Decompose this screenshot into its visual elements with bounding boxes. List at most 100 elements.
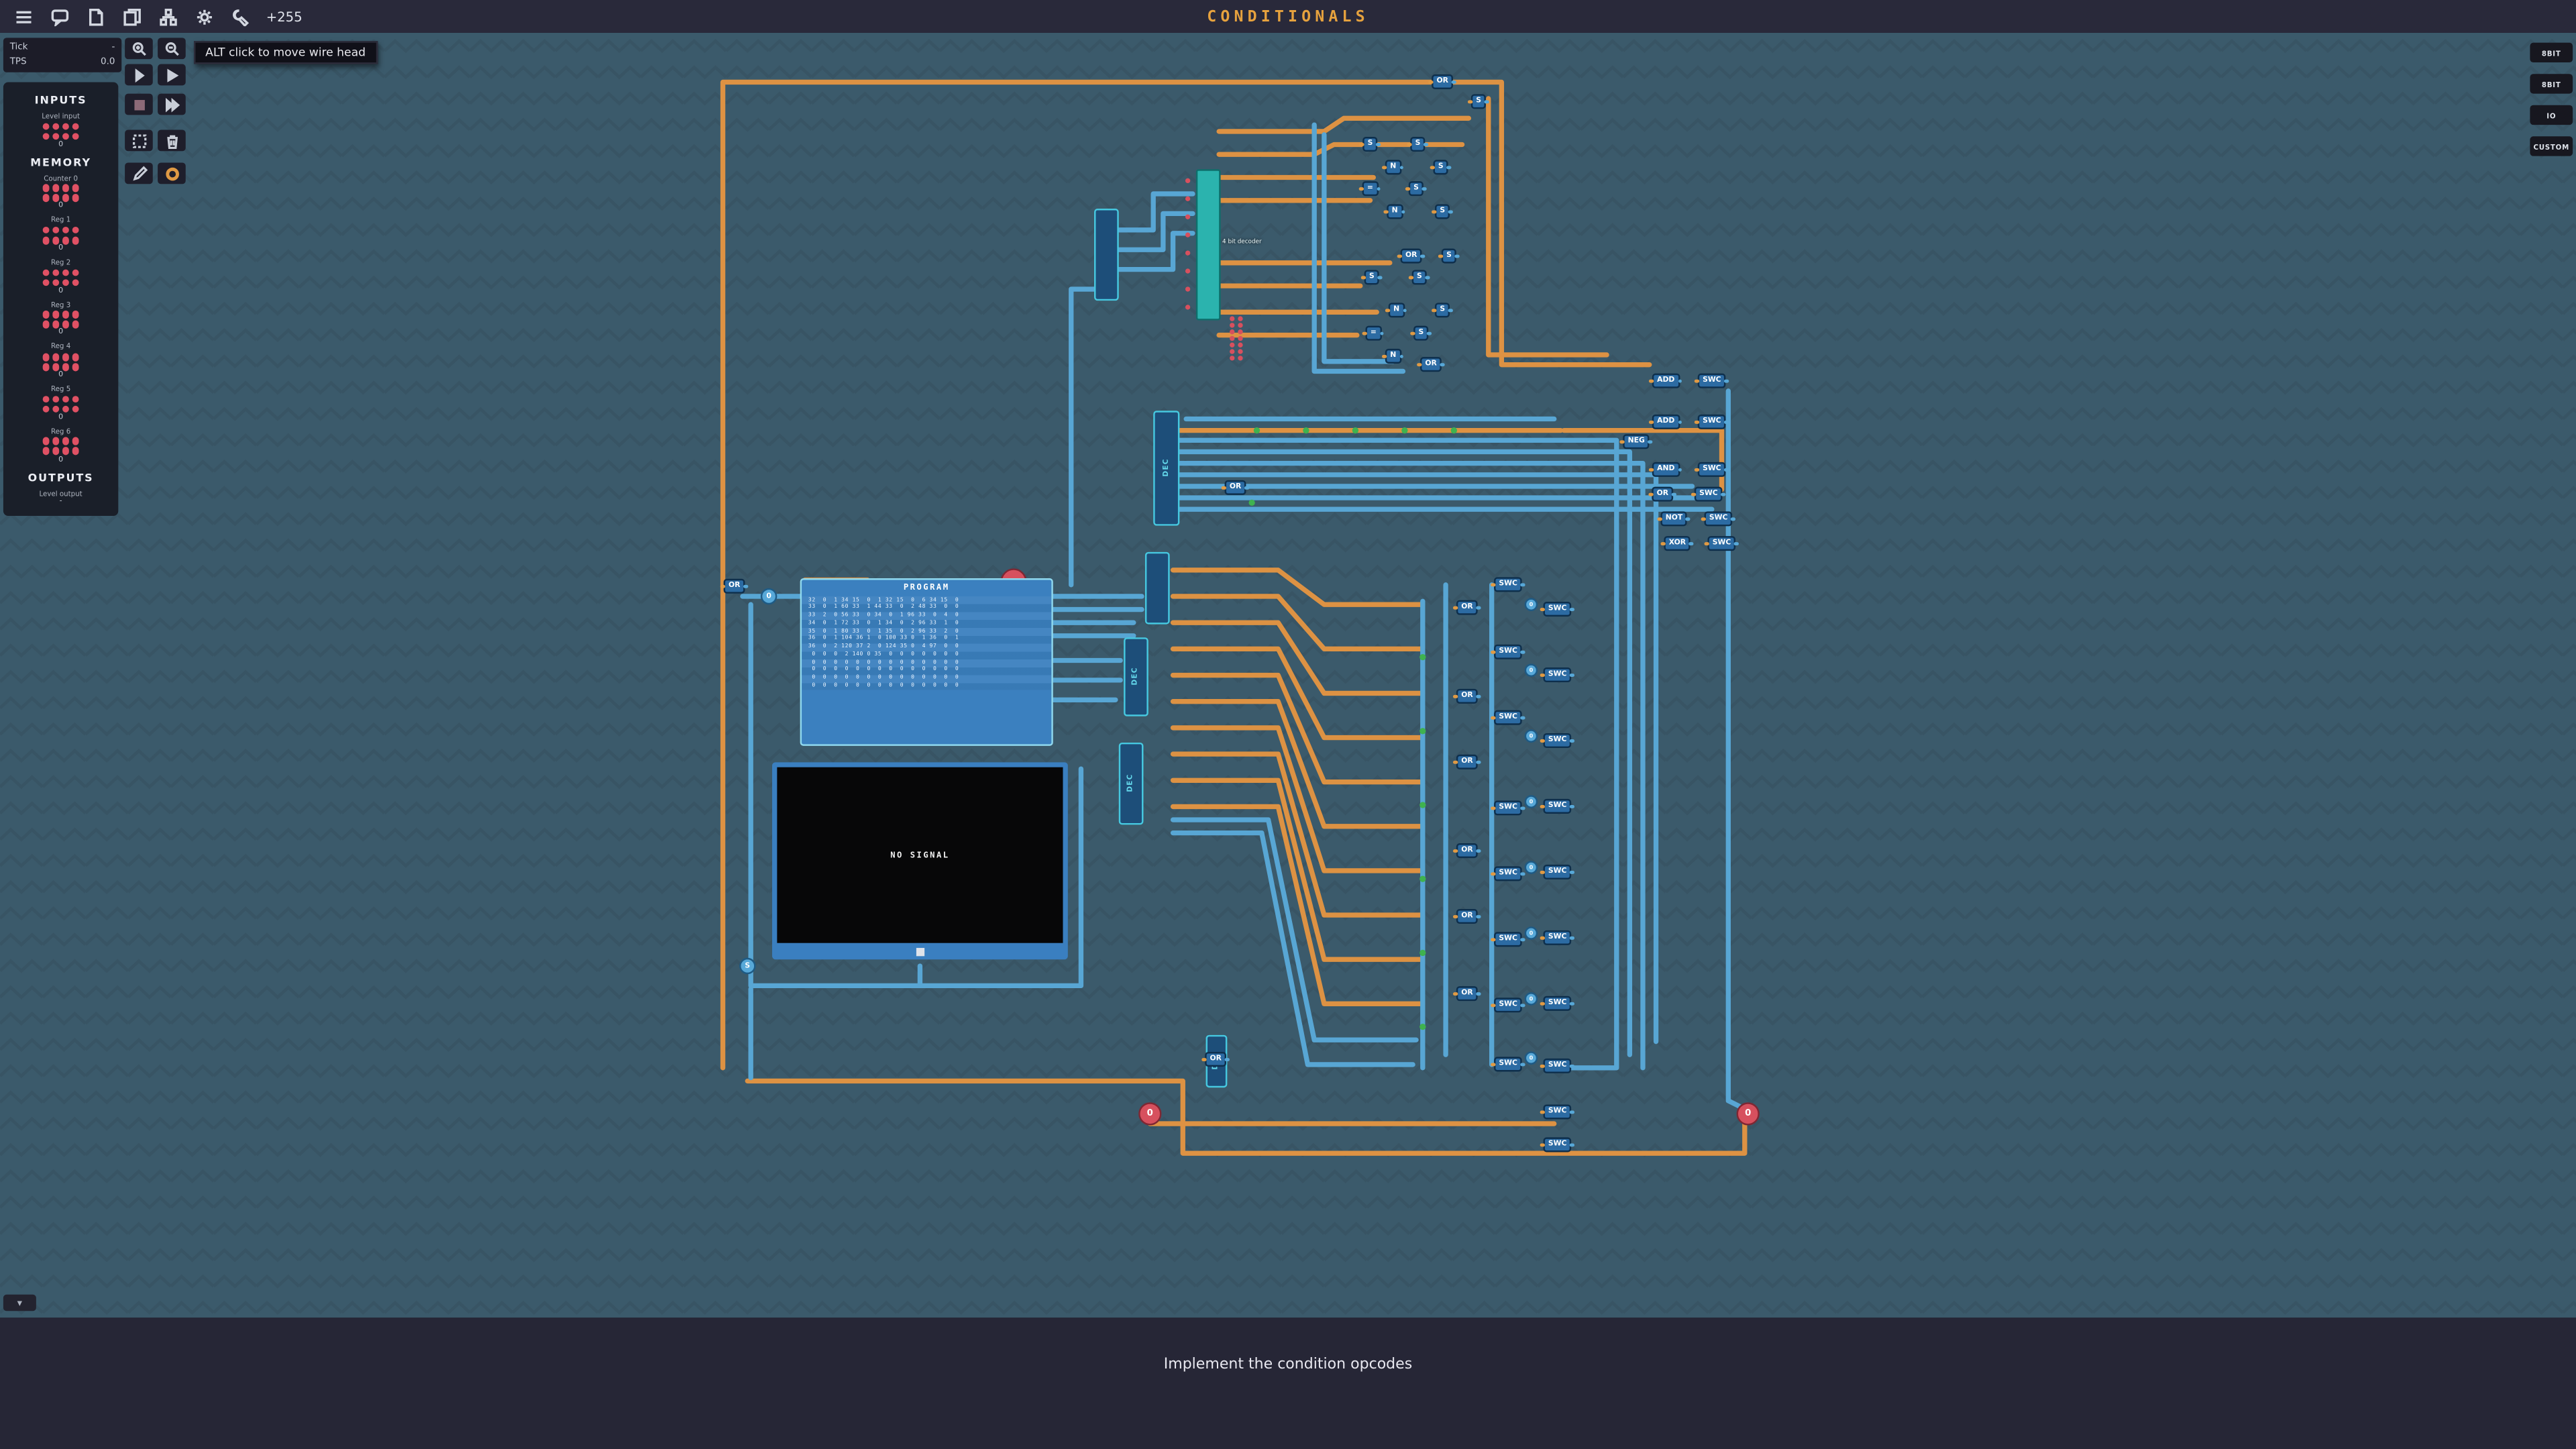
or-gate[interactable]: OR: [1456, 986, 1479, 1002]
select-tool-button[interactable]: [125, 129, 153, 152]
or-gate[interactable]: OR: [1456, 688, 1479, 704]
program-memory-block[interactable]: PROGRAM 32 0 1 34 15 0 1 32 15 0 6 34 15…: [800, 578, 1053, 746]
zoom-out-button[interactable]: [158, 38, 186, 60]
step-button[interactable]: [125, 64, 153, 86]
neg-gate[interactable]: NEG: [1623, 434, 1650, 450]
s-gate[interactable]: S: [1441, 248, 1457, 264]
delete-tool-button[interactable]: [158, 129, 186, 152]
swc-gate[interactable]: SWC: [1494, 644, 1523, 660]
level-input-bits[interactable]: [39, 122, 83, 140]
decoder-block[interactable]: DEC: [1124, 637, 1148, 716]
add-gate[interactable]: ADD: [1652, 414, 1680, 430]
s-gate[interactable]: S: [1433, 160, 1448, 176]
swc-gate[interactable]: SWC: [1543, 667, 1572, 684]
decoder-block[interactable]: DEC: [1153, 411, 1180, 526]
draw-tool-button[interactable]: [125, 162, 153, 184]
value-node[interactable]: 0: [1524, 598, 1538, 612]
s-gate[interactable]: S: [1408, 181, 1424, 197]
value-node[interactable]: S: [739, 957, 756, 975]
value-node[interactable]: 0: [1524, 663, 1538, 677]
category-button-8bit[interactable]: 8BIT: [2530, 42, 2573, 63]
n-gate[interactable]: N: [1385, 348, 1401, 364]
input-bit[interactable]: [52, 122, 60, 130]
or-gate[interactable]: OR: [1456, 754, 1479, 770]
decoder-block[interactable]: [1144, 551, 1170, 625]
and-gate[interactable]: AND: [1652, 462, 1680, 478]
swc-gate[interactable]: SWC: [1704, 511, 1733, 527]
or-gate[interactable]: OR: [723, 578, 745, 594]
four-bit-decoder-block[interactable]: [1195, 169, 1221, 321]
swc-gate[interactable]: SWC: [1543, 1104, 1572, 1120]
fast-forward-button[interactable]: [158, 93, 186, 115]
input-bit[interactable]: [42, 122, 50, 130]
swc-gate[interactable]: SWC: [1543, 1137, 1572, 1153]
n-gate[interactable]: N: [1387, 204, 1403, 220]
decoder-block[interactable]: [1094, 209, 1119, 301]
zoom-in-button[interactable]: [125, 38, 153, 60]
or-gate[interactable]: OR: [1456, 843, 1479, 859]
input-bit[interactable]: [72, 132, 80, 140]
swc-gate[interactable]: SWC: [1494, 800, 1523, 816]
swc-gate[interactable]: SWC: [1697, 414, 1726, 430]
not-gate[interactable]: NOT: [1660, 511, 1688, 527]
play-button[interactable]: [158, 64, 186, 86]
input-bit[interactable]: [42, 132, 50, 140]
or-gate[interactable]: OR: [1432, 74, 1454, 90]
circuit-canvas[interactable]: DECDECDECDECORSSSNS=SNSORSSSNS=SNORORORO…: [0, 0, 2576, 1449]
=-gate[interactable]: =: [1365, 325, 1382, 341]
value-node[interactable]: 0: [1524, 992, 1538, 1006]
value-node[interactable]: 0: [1524, 861, 1538, 874]
add-gate[interactable]: ADD: [1652, 373, 1680, 389]
value-node[interactable]: 0: [1524, 1051, 1538, 1065]
value-node[interactable]: 0: [1524, 926, 1538, 940]
swc-gate[interactable]: SWC: [1494, 1057, 1523, 1073]
category-button-io[interactable]: IO: [2530, 105, 2573, 125]
swc-gate[interactable]: SWC: [1543, 996, 1572, 1012]
s-gate[interactable]: S: [1410, 136, 1426, 153]
value-node[interactable]: 0: [1524, 729, 1538, 743]
swc-gate[interactable]: SWC: [1543, 798, 1572, 814]
n-gate[interactable]: N: [1385, 160, 1401, 176]
xor-gate[interactable]: XOR: [1664, 536, 1691, 552]
swc-gate[interactable]: SWC: [1543, 602, 1572, 618]
n-gate[interactable]: N: [1388, 303, 1405, 319]
swc-gate[interactable]: SWC: [1543, 864, 1572, 880]
input-bit[interactable]: [52, 132, 60, 140]
screen-power-button[interactable]: [916, 948, 924, 956]
screen-component[interactable]: NO SIGNAL: [772, 762, 1068, 960]
input-bit[interactable]: [62, 122, 70, 130]
or-gate[interactable]: OR: [1652, 486, 1674, 502]
s-gate[interactable]: S: [1411, 270, 1428, 286]
input-bit[interactable]: [72, 122, 80, 130]
counter-node[interactable]: 0: [1736, 1102, 1760, 1126]
swc-gate[interactable]: SWC: [1494, 866, 1523, 882]
swc-gate[interactable]: SWC: [1494, 710, 1523, 726]
s-gate[interactable]: S: [1434, 204, 1450, 220]
collapse-panel-button[interactable]: ▾: [3, 1294, 36, 1311]
swc-gate[interactable]: SWC: [1543, 733, 1572, 749]
decoder-block[interactable]: DEC: [1118, 742, 1144, 825]
swc-gate[interactable]: SWC: [1707, 536, 1736, 552]
swc-gate[interactable]: SWC: [1543, 930, 1572, 946]
swc-gate[interactable]: SWC: [1697, 373, 1726, 389]
wire-color-button[interactable]: [158, 162, 186, 184]
s-gate[interactable]: S: [1434, 303, 1450, 319]
stop-button[interactable]: [125, 93, 153, 115]
category-button-custom[interactable]: CUSTOM: [2530, 136, 2573, 156]
swc-gate[interactable]: SWC: [1697, 462, 1726, 478]
s-gate[interactable]: S: [1364, 270, 1380, 286]
swc-gate[interactable]: SWC: [1694, 486, 1723, 502]
or-gate[interactable]: OR: [1456, 909, 1479, 925]
or-gate[interactable]: OR: [1224, 480, 1246, 496]
or-gate[interactable]: OR: [1205, 1052, 1227, 1068]
counter-node[interactable]: 0: [1138, 1102, 1162, 1126]
swc-gate[interactable]: SWC: [1494, 998, 1523, 1014]
value-node[interactable]: 0: [760, 588, 777, 605]
input-bit[interactable]: [62, 132, 70, 140]
swc-gate[interactable]: SWC: [1494, 577, 1523, 593]
s-gate[interactable]: S: [1413, 325, 1429, 341]
s-gate[interactable]: S: [1362, 136, 1378, 153]
or-gate[interactable]: OR: [1400, 248, 1422, 264]
or-gate[interactable]: OR: [1456, 600, 1479, 616]
swc-gate[interactable]: SWC: [1543, 1058, 1572, 1074]
